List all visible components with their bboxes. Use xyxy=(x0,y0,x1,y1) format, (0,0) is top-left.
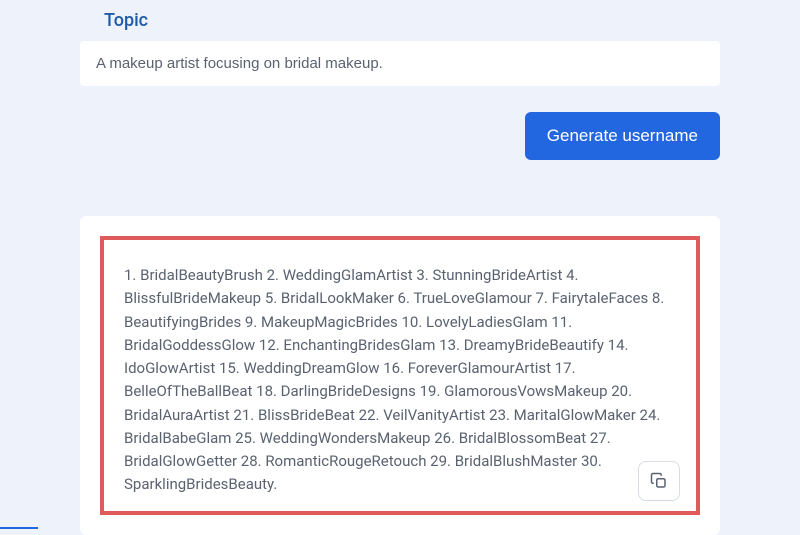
result-box: 1. BridalBeautyBrush 2. WeddingGlamArtis… xyxy=(100,236,700,515)
result-text: 1. BridalBeautyBrush 2. WeddingGlamArtis… xyxy=(124,264,676,497)
topic-label: Topic xyxy=(104,10,720,31)
main-container: Topic Generate username 1. BridalBeautyB… xyxy=(0,0,800,535)
copy-button[interactable] xyxy=(638,461,680,501)
generate-username-button[interactable]: Generate username xyxy=(525,112,720,160)
topic-input[interactable] xyxy=(80,41,720,86)
button-row: Generate username xyxy=(80,112,720,160)
result-card: 1. BridalBeautyBrush 2. WeddingGlamArtis… xyxy=(80,216,720,535)
copy-icon xyxy=(650,472,668,490)
